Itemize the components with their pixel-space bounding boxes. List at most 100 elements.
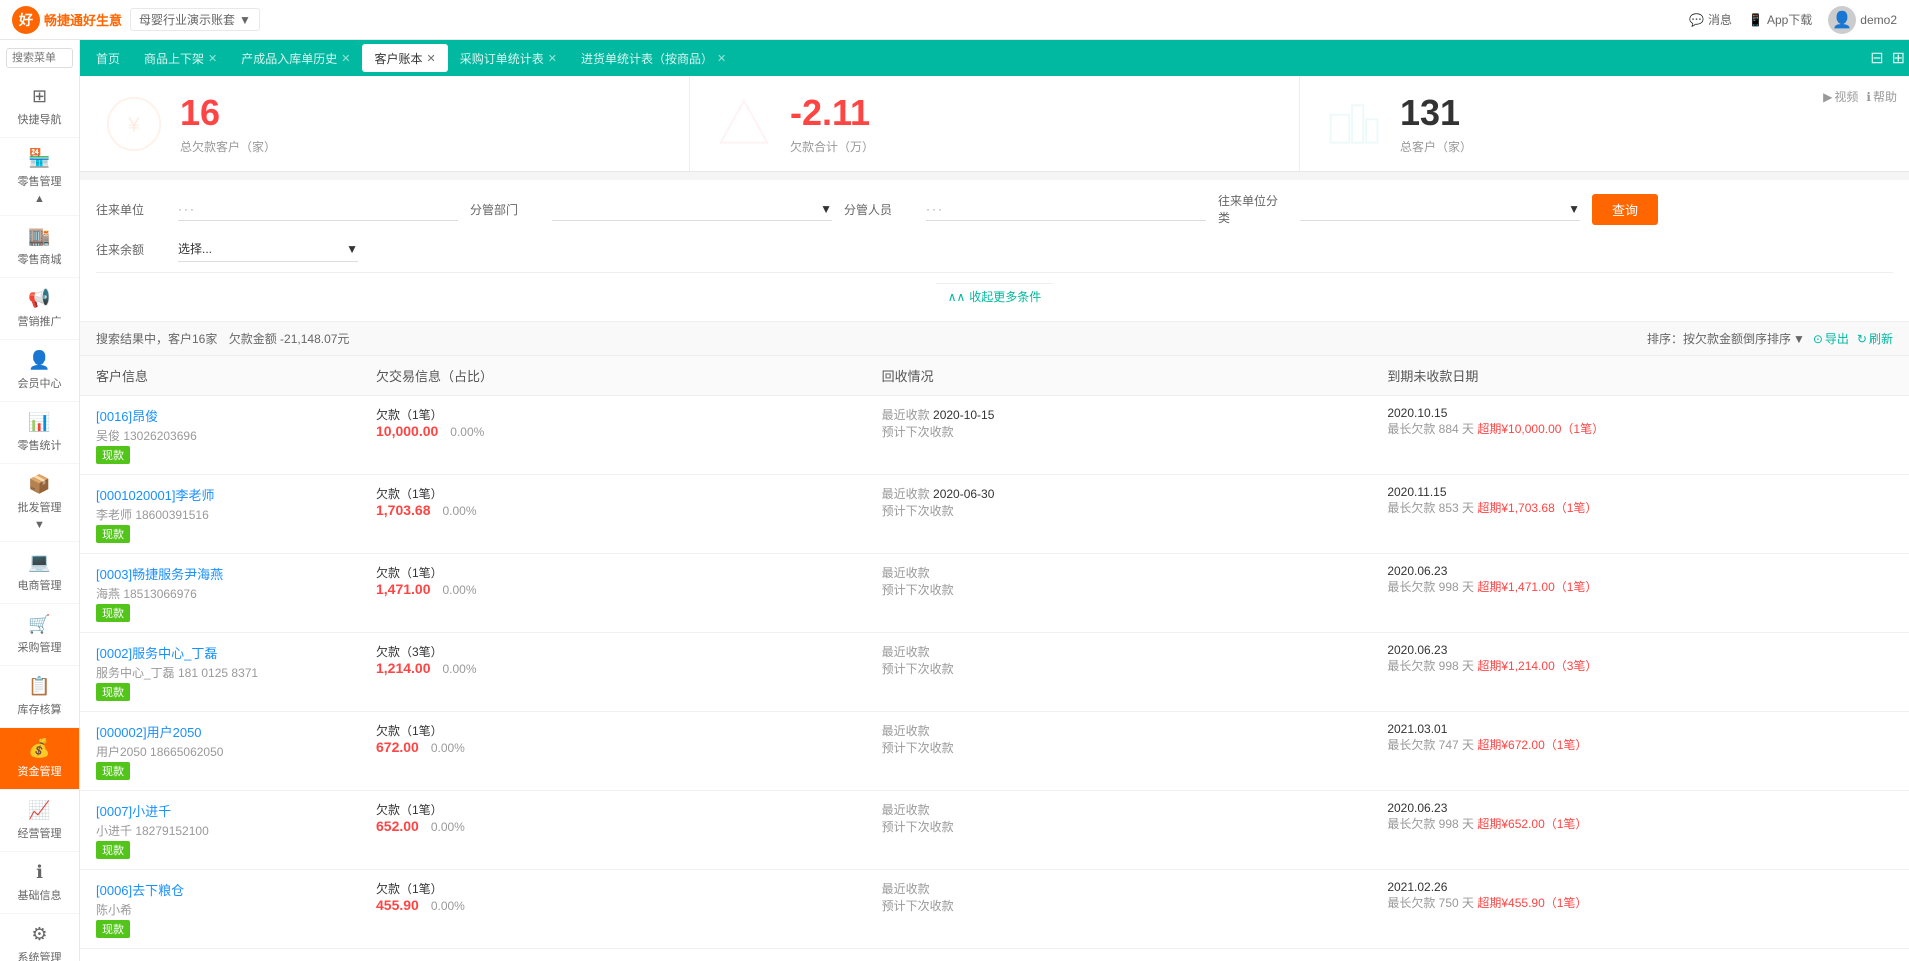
tab-label: 客户账本	[374, 50, 422, 67]
sidebar-item-marketing[interactable]: 📢 营销推广	[0, 278, 79, 340]
table-row: [0001020001]李老师 李老师 18600391516 现款 欠款（1笔…	[80, 475, 1909, 554]
filter-input-unit[interactable]: ···	[178, 198, 458, 221]
due-cell-6: 2021.02.26 最长欠款 750 天 超期¥455.90（1笔）	[1387, 880, 1893, 911]
tab-product-updown[interactable]: 商品上下架 ✕	[132, 44, 229, 72]
sidebar-item-quick-nav[interactable]: ⊞ 快捷导航	[0, 76, 79, 138]
sort-button[interactable]: 排序：按欠款金额倒序排序 ▼	[1647, 330, 1805, 347]
customer-id-link-1[interactable]: [0001020001]李老师	[96, 485, 376, 504]
sidebar-search-input[interactable]	[6, 48, 73, 68]
customer-id-link-0[interactable]: [0016]昂俊	[96, 406, 376, 425]
debt-amount-6: 455.90	[376, 897, 419, 913]
debt-amount-3: 1,214.00	[376, 660, 431, 676]
sidebar-item-retail-mall[interactable]: 🏬 零售商城	[0, 216, 79, 278]
debt-percent-4: 0.00%	[431, 741, 465, 755]
header-right: 💬 消息 📱 App下载 👤 demo2	[1689, 6, 1897, 34]
wholesale-mgmt-icon: 📦	[28, 474, 50, 495]
customer-id-link-2[interactable]: [0003]畅捷服务尹海燕	[96, 564, 376, 583]
help-button[interactable]: ℹ 帮助	[1866, 88, 1897, 105]
customer-id-link-3[interactable]: [0002]服务中心_丁磊	[96, 643, 376, 662]
refresh-button[interactable]: ↻ 刷新	[1857, 330, 1893, 347]
tab-home[interactable]: 首页	[84, 44, 132, 72]
overdue-link-4[interactable]: 超期¥672.00（1笔）	[1477, 738, 1587, 752]
tab-close-icon[interactable]: ✕	[548, 52, 557, 65]
tab-expand-icon[interactable]: ⊞	[1892, 48, 1905, 68]
sidebar-item-label: 库存核算	[18, 701, 62, 717]
filter-label-dept: 分管部门	[470, 201, 540, 218]
customer-phone-6: 陈小希	[96, 901, 376, 918]
overdue-link-3[interactable]: 超期¥1,214.00（3笔）	[1477, 659, 1597, 673]
debt-amount-2: 1,471.00	[376, 581, 431, 597]
logo-area: 好 畅捷通好生意	[12, 6, 122, 34]
sidebar-item-label: 零售统计	[18, 437, 62, 453]
debt-count-3: 欠款（3笔）	[376, 643, 882, 660]
sidebar-item-business-mgmt[interactable]: 📈 经营管理	[0, 790, 79, 852]
debt-percent-0: 0.00%	[450, 425, 484, 439]
overdue-link-2[interactable]: 超期¥1,471.00（1笔）	[1477, 580, 1597, 594]
filter-input-person[interactable]: ···	[926, 198, 1206, 221]
sidebar-item-label: 系统管理	[18, 949, 62, 961]
store-name: 母婴行业演示账套	[139, 11, 235, 28]
app-download-button[interactable]: 📱 App下载	[1748, 11, 1812, 28]
tab-stock-stats[interactable]: 进货单统计表（按商品） ✕	[569, 44, 738, 72]
filter-select-category[interactable]: ▼	[1300, 198, 1580, 221]
search-button[interactable]: 查询	[1592, 194, 1658, 225]
tab-close-icon[interactable]: ✕	[717, 52, 726, 65]
sidebar-item-system-mgmt[interactable]: ⚙ 系统管理	[0, 914, 79, 961]
next-col-0: 预计下次收款	[882, 423, 1388, 440]
debt-cell-4: 欠款（1笔） 672.00 0.00%	[376, 722, 882, 755]
filter-select-balance[interactable]: 选择... ▼	[178, 236, 358, 262]
filter-section: 往来单位 ··· 分管部门 ▼ 分管人员 ··· 往来单位分类 ▼ 查询 往来余…	[80, 180, 1909, 322]
due-date-1: 2020.11.15	[1387, 485, 1893, 499]
customer-phone-1: 李老师 18600391516	[96, 506, 376, 523]
customer-cell-6: [0006]去下粮仓 陈小希 现款	[96, 880, 376, 938]
tab-purchase-stats[interactable]: 采购订单统计表 ✕	[448, 44, 569, 72]
sidebar-item-retail-mgmt[interactable]: 🏪 零售管理 ▲	[0, 138, 79, 216]
sidebar-item-label: 资金管理	[18, 763, 62, 779]
sidebar-item-purchase-mgmt[interactable]: 🛒 采购管理	[0, 604, 79, 666]
customer-id-link-5[interactable]: [0007]小进千	[96, 801, 376, 820]
tab-customer-ledger[interactable]: 客户账本 ✕	[362, 44, 447, 72]
last-col-label-3: 最近收款	[882, 645, 930, 659]
collapse-button[interactable]: ∧∧ 收起更多条件	[936, 283, 1054, 309]
tab-close-icon[interactable]: ✕	[208, 52, 217, 65]
table-header: 客户信息 欠交易信息（占比） 回收情况 到期未收款日期	[80, 356, 1909, 396]
overdue-link-0[interactable]: 超期¥10,000.00（1笔）	[1477, 422, 1604, 436]
overdue-link-6[interactable]: 超期¥455.90（1笔）	[1477, 896, 1587, 910]
next-col-6: 预计下次收款	[882, 897, 1388, 914]
quick-nav-icon: ⊞	[32, 86, 47, 107]
sidebar-item-ecommerce[interactable]: 💻 电商管理	[0, 542, 79, 604]
tab-close-icon[interactable]: ✕	[341, 52, 350, 65]
results-info: 搜索结果中，客户16家 欠款金额 -21,148.07元 排序：按欠款金额倒序排…	[80, 322, 1909, 356]
sidebar-item-label: 零售商城	[18, 251, 62, 267]
sidebar-item-wholesale-mgmt[interactable]: 📦 批发管理 ▼	[0, 464, 79, 542]
customer-phone-3: 服务中心_丁磊 181 0125 8371	[96, 664, 376, 681]
debt-count-6: 欠款（1笔）	[376, 880, 882, 897]
message-button[interactable]: 💬 消息	[1689, 11, 1732, 28]
sidebar-item-member-center[interactable]: 👤 会员中心	[0, 340, 79, 402]
app-icon: 📱	[1748, 13, 1763, 27]
user-menu[interactable]: 👤 demo2	[1828, 6, 1897, 34]
overdue-link-1[interactable]: 超期¥1,703.68（1笔）	[1477, 501, 1597, 515]
customer-phone-4: 用户2050 18665062050	[96, 743, 376, 760]
tab-close-icon[interactable]: ✕	[427, 52, 436, 65]
last-col-label-1: 最近收款	[882, 487, 930, 501]
sidebar-item-label: 快捷导航	[18, 111, 62, 127]
sidebar-item-finance[interactable]: 💰 资金管理	[0, 728, 79, 790]
tab-product-history[interactable]: 产成品入库单历史 ✕	[229, 44, 362, 72]
video-button[interactable]: ▶ 视频	[1823, 88, 1858, 105]
store-selector[interactable]: 母婴行业演示账套 ▼	[130, 8, 260, 31]
filter-select-dept[interactable]: ▼	[552, 198, 832, 221]
stat-card-3-actions: ▶ 视频 ℹ 帮助	[1823, 88, 1897, 105]
overdue-link-5[interactable]: 超期¥652.00（1笔）	[1477, 817, 1587, 831]
sidebar-item-retail-stats[interactable]: 📊 零售统计	[0, 402, 79, 464]
debt-percent-6: 0.00%	[431, 899, 465, 913]
col-customer-info: 客户信息	[96, 366, 376, 385]
export-button[interactable]: ⊙ 导出	[1813, 330, 1849, 347]
collection-cell-5: 最近收款 预计下次收款	[882, 801, 1388, 835]
overdue-days-5: 最长欠款 998 天	[1387, 817, 1474, 831]
customer-id-link-6[interactable]: [0006]去下粮仓	[96, 880, 376, 899]
sidebar-item-inventory[interactable]: 📋 库存核算	[0, 666, 79, 728]
customer-id-link-4[interactable]: [000002]用户2050	[96, 722, 376, 741]
sidebar-item-basic-info[interactable]: ℹ 基础信息	[0, 852, 79, 914]
tab-minimize-icon[interactable]: ⊟	[1870, 48, 1883, 68]
